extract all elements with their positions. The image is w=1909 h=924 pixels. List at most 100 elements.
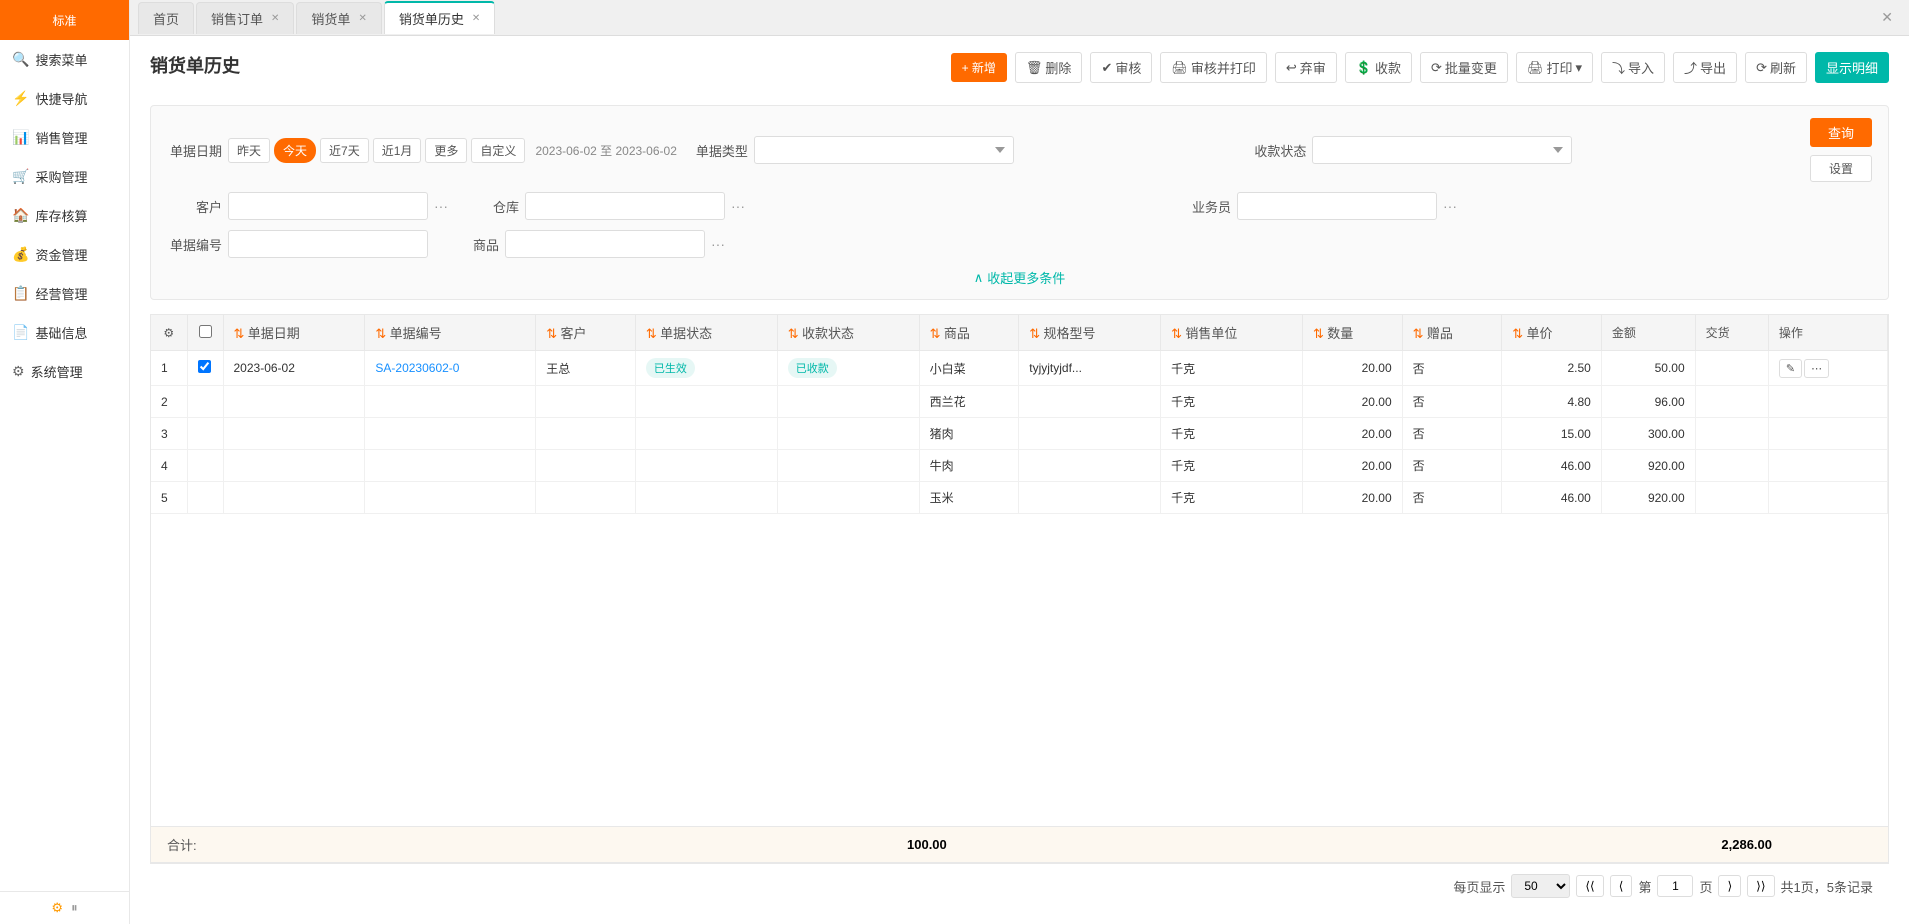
table-header-row: ⚙ ⇅ 单据日期 ⇅ 单据编号 ⇅ 客户 <box>151 315 1888 351</box>
refresh-button[interactable]: ⟳ 刷新 <box>1745 52 1807 83</box>
print-button[interactable]: 🖨 打印 ▾ <box>1516 52 1593 83</box>
date-btn-yesterday[interactable]: 昨天 <box>228 138 270 163</box>
tab-sales-order[interactable]: 销售订单 ✕ <box>196 2 294 34</box>
th-date[interactable]: ⇅ 单据日期 <box>223 315 365 351</box>
collapse-button[interactable]: ∧ 收起更多条件 <box>167 268 1872 287</box>
product-input[interactable] <box>505 230 705 258</box>
row-date <box>223 418 365 450</box>
per-page-select[interactable]: 50 100 <box>1511 874 1570 898</box>
tab-sales-history-close[interactable]: ✕ <box>472 13 480 24</box>
page-number-input[interactable] <box>1657 875 1693 897</box>
new-button[interactable]: + 新增 <box>951 53 1007 82</box>
warehouse-input[interactable] <box>525 192 725 220</box>
row-gift: 否 <box>1402 482 1502 514</box>
row-no: 1 <box>151 351 187 386</box>
row-doc-no[interactable] <box>365 450 536 482</box>
page-first-btn[interactable]: ⟨⟨ <box>1576 875 1603 897</box>
page-prev-btn[interactable]: ⟨ <box>1610 875 1633 897</box>
row-checkbox[interactable] <box>187 386 223 418</box>
table-row: 1 2023-06-02 SA-20230602-0 王总 已生效 已收款 小白… <box>151 351 1888 386</box>
product-dots-btn[interactable]: ··· <box>711 236 725 252</box>
row-checkbox[interactable] <box>187 482 223 514</box>
row-customer: 王总 <box>536 351 636 386</box>
sidebar-item-sales-mgmt[interactable]: 📊 销售管理 <box>0 118 129 157</box>
th-checkbox[interactable] <box>187 315 223 351</box>
date-btn-custom[interactable]: 自定义 <box>471 138 525 163</box>
abandon-button[interactable]: ↩ 弃审 <box>1275 52 1337 83</box>
row-spec <box>1019 450 1161 482</box>
delete-icon: 🗑 <box>1026 60 1043 76</box>
sidebar-item-inventory[interactable]: 🏠 库存核算 <box>0 196 129 235</box>
page-next-btn[interactable]: ⟩ <box>1718 875 1741 897</box>
row-checkbox[interactable] <box>187 351 223 386</box>
audit-button[interactable]: ✔ 审核 <box>1090 52 1152 83</box>
op-btn[interactable]: ⋯ <box>1804 359 1829 378</box>
th-spec-label: 规格型号 <box>1043 326 1095 341</box>
delete-button[interactable]: 🗑 删除 <box>1015 52 1083 83</box>
sidebar-item-search-menu[interactable]: 🔍 搜索菜单 <box>0 40 129 79</box>
sidebar-item-operation[interactable]: 📋 经营管理 <box>0 274 129 313</box>
tab-home[interactable]: 首页 <box>138 2 194 34</box>
sidebar-item-basic-info[interactable]: 📄 基础信息 <box>0 313 129 352</box>
window-close-btn[interactable]: ✕ <box>1873 9 1901 26</box>
tab-sales-history[interactable]: 销货单历史 ✕ <box>384 1 495 34</box>
sidebar-bottom-icon1[interactable]: ⚙ <box>51 900 63 916</box>
customer-input[interactable] <box>228 192 428 220</box>
query-button[interactable]: 查询 <box>1810 118 1872 147</box>
sidebar-logo: 标准 <box>0 0 129 40</box>
salesman-input[interactable] <box>1237 192 1437 220</box>
th-spec: ⇅ 规格型号 <box>1019 315 1161 351</box>
th-docstatus-sort-icon: ⇅ <box>646 326 657 341</box>
audit-print-button[interactable]: 🖨 审核并打印 <box>1160 52 1267 83</box>
sidebar-item-quick-nav[interactable]: ⚡ 快捷导航 <box>0 79 129 118</box>
customer-dots-btn[interactable]: ··· <box>434 198 448 214</box>
th-settings[interactable]: ⚙ <box>151 315 187 351</box>
sidebar-bottom-icon2[interactable]: ⏸ <box>71 900 78 916</box>
row-customer <box>536 386 636 418</box>
row-doc-no[interactable] <box>365 482 536 514</box>
row-no: 4 <box>151 450 187 482</box>
page-label: 第 <box>1638 877 1651 896</box>
row-gift: 否 <box>1402 351 1502 386</box>
row-doc-no[interactable]: SA-20230602-0 <box>365 351 536 386</box>
collect-button[interactable]: 💲 收款 <box>1345 52 1412 83</box>
th-customer[interactable]: ⇅ 客户 <box>536 315 636 351</box>
row-gift: 否 <box>1402 450 1502 482</box>
sidebar-item-system[interactable]: ⚙ 系统管理 <box>0 352 129 391</box>
select-all-checkbox[interactable] <box>199 325 212 338</box>
date-btn-7days[interactable]: 近7天 <box>320 138 369 163</box>
th-doc-no[interactable]: ⇅ 单据编号 <box>365 315 536 351</box>
warehouse-dots-btn[interactable]: ··· <box>731 198 745 214</box>
date-btn-1month[interactable]: 近1月 <box>373 138 422 163</box>
import-button[interactable]: ⤵ 导入 <box>1601 52 1665 83</box>
sidebar-item-finance[interactable]: 💰 资金管理 <box>0 235 129 274</box>
row-doc-no[interactable] <box>365 386 536 418</box>
export-button[interactable]: ⤴ 导出 <box>1673 52 1737 83</box>
payment-status-select[interactable] <box>1312 136 1572 164</box>
tab-sales-order-close[interactable]: ✕ <box>271 13 279 24</box>
row-checkbox[interactable] <box>187 418 223 450</box>
row-doc-no[interactable] <box>365 418 536 450</box>
doc-no-input[interactable] <box>228 230 428 258</box>
product-label: 商品 <box>444 235 499 254</box>
op-btn[interactable]: ✎ <box>1779 359 1802 378</box>
sidebar-item-purchase-mgmt[interactable]: 🛒 采购管理 <box>0 157 129 196</box>
salesman-dots-btn[interactable]: ··· <box>1443 198 1457 214</box>
tab-home-label: 首页 <box>153 9 179 28</box>
batch-change-button[interactable]: ⟳ 批量变更 <box>1420 52 1508 83</box>
sidebar-item-label: 经营管理 <box>35 284 87 303</box>
chevron-up-icon: ∧ <box>974 270 984 286</box>
page-last-btn[interactable]: ⟩⟩ <box>1747 875 1774 897</box>
date-btn-today[interactable]: 今天 <box>274 138 316 163</box>
doc-type-select[interactable] <box>754 136 1014 164</box>
tab-sales-delivery[interactable]: 销货单 ✕ <box>296 2 381 34</box>
th-product[interactable]: ⇅ 商品 <box>919 315 1019 351</box>
date-btn-more[interactable]: 更多 <box>425 138 467 163</box>
row-date <box>223 450 365 482</box>
row-checkbox[interactable] <box>187 450 223 482</box>
show-detail-button[interactable]: 显示明细 <box>1815 52 1889 83</box>
row-amount: 920.00 <box>1601 450 1695 482</box>
row-product: 牛肉 <box>919 450 1019 482</box>
set-button[interactable]: 设置 <box>1810 155 1872 182</box>
tab-sales-delivery-close[interactable]: ✕ <box>358 13 366 24</box>
